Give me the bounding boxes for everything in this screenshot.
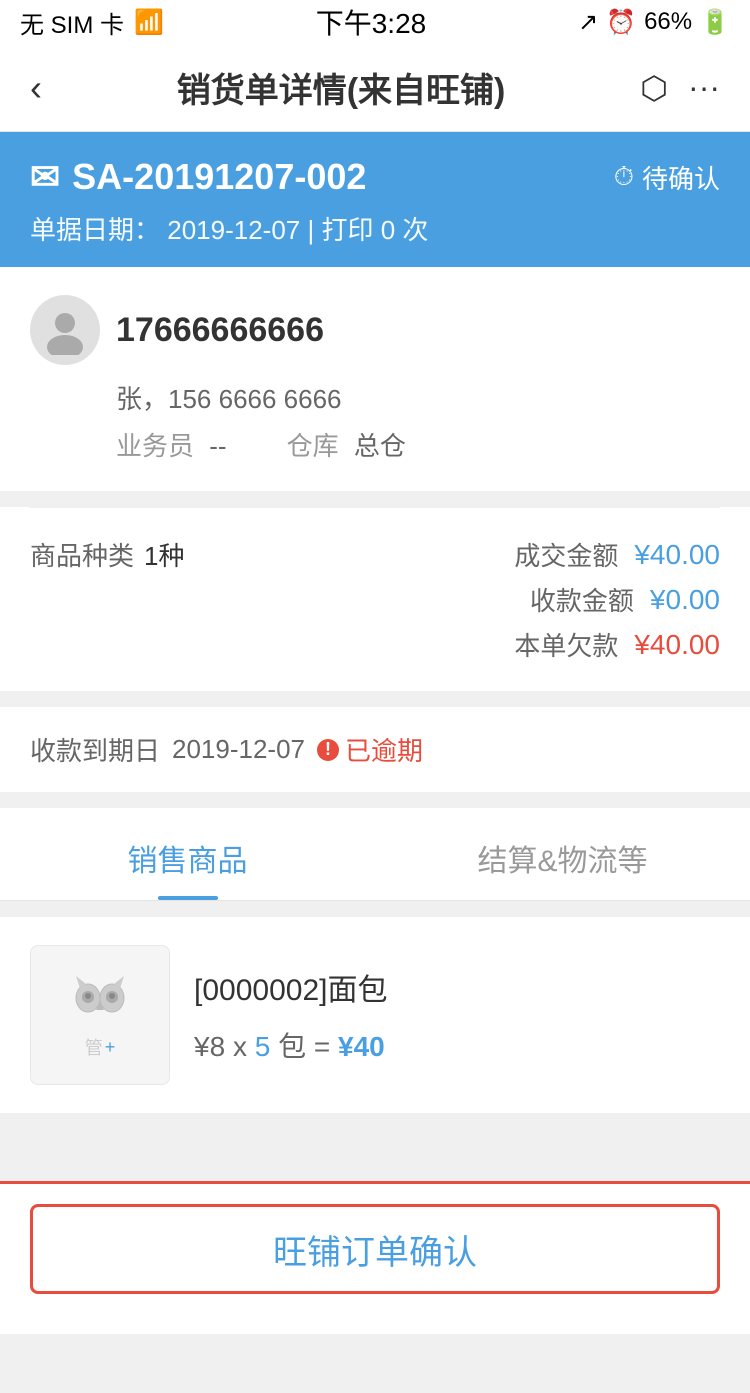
avatar	[30, 295, 100, 365]
product-logo-icon	[60, 970, 140, 1030]
due-section: 收款到期日 2019-12-07 ! 已逾期	[0, 707, 750, 792]
owed-amount-row: 本单欠款 ¥40.00	[514, 626, 720, 663]
products-section: 管+ [0000002]面包 ¥8 x 5 包 = ¥40	[0, 917, 750, 1113]
order-id: ✉ SA-20191207-002	[30, 156, 366, 198]
tab-products[interactable]: 销售商品	[0, 808, 375, 900]
customer-row: 17666666666	[30, 295, 720, 365]
battery-text: 66%	[644, 8, 692, 36]
back-button[interactable]: ‹	[30, 67, 42, 109]
order-id-row: ✉ SA-20191207-002 ⏱ 待确认	[30, 156, 720, 198]
confirm-btn-wrapper: 旺铺订单确认	[0, 1181, 750, 1334]
summary-section: 商品种类 1种 成交金额 ¥40.00 收款金额 ¥0.00 本单欠款 ¥40.…	[0, 507, 750, 691]
sales-label: 业务员 --	[116, 426, 227, 463]
order-date: 单据日期： 2019-12-07 | 打印 0 次	[30, 210, 720, 247]
summary-content: 商品种类 1种 成交金额 ¥40.00 收款金额 ¥0.00 本单欠款 ¥40.…	[0, 508, 750, 691]
product-image: 管+	[30, 945, 170, 1085]
product-type-row: 商品种类 1种	[30, 536, 184, 573]
page-title: 销货单详情(来自旺铺)	[177, 63, 506, 112]
customer-meta: 业务员 -- 仓库 总仓	[116, 426, 720, 463]
tabs-row: 销售商品 结算&物流等	[0, 808, 750, 900]
wifi-icon: 📶	[134, 8, 164, 37]
tab-settlement[interactable]: 结算&物流等	[375, 808, 750, 900]
clock-icon: ⏱	[614, 161, 634, 193]
nav-actions: ⬡ ···	[640, 69, 720, 107]
nav-bar: ‹ 销货单详情(来自旺铺) ⬡ ···	[0, 44, 750, 132]
tabs-section: 销售商品 结算&物流等	[0, 808, 750, 901]
order-envelope-icon: ✉	[30, 156, 60, 198]
brand-label: 管+	[85, 1034, 116, 1060]
avatar-icon	[40, 305, 90, 355]
due-date-value: 2019-12-07	[172, 734, 305, 765]
summary-left: 商品种类 1种	[30, 536, 184, 573]
product-name: [0000002]面包	[194, 965, 720, 1009]
product-info: [0000002]面包 ¥8 x 5 包 = ¥40	[194, 965, 720, 1065]
customer-name: 张，156 6666 6666	[116, 379, 720, 416]
overdue-icon: !	[317, 739, 339, 761]
customer-section: 17666666666 张，156 6666 6666 业务员 -- 仓库 总仓	[0, 267, 750, 491]
received-amount-row: 收款金额 ¥0.00	[530, 581, 720, 618]
product-img-inner: 管+	[60, 970, 140, 1060]
due-date-label: 收款到期日	[30, 731, 160, 768]
status-bar: 无 SIM 卡 📶 下午3:28 ↗ ⏰ 66% 🔋	[0, 0, 750, 44]
order-status: ⏱ 待确认	[614, 159, 720, 196]
alarm-icon: ⏰	[606, 8, 636, 37]
order-header: ✉ SA-20191207-002 ⏱ 待确认 单据日期： 2019-12-07…	[0, 132, 750, 267]
warehouse-label: 仓库 总仓	[287, 426, 406, 463]
more-icon[interactable]: ···	[688, 69, 720, 106]
carrier-text: 无 SIM 卡	[20, 5, 124, 40]
battery-icon: 🔋	[700, 8, 730, 37]
share-icon[interactable]: ⬡	[640, 69, 668, 107]
status-time: 下午3:28	[316, 2, 427, 42]
location-icon: ↗	[578, 8, 598, 37]
deal-amount-row: 成交金额 ¥40.00	[514, 536, 720, 573]
status-left: 无 SIM 卡 📶	[20, 5, 164, 40]
customer-phone: 17666666666	[116, 311, 324, 350]
overdue-label: 已逾期	[345, 731, 423, 768]
product-price-row: ¥8 x 5 包 = ¥40	[194, 1025, 720, 1065]
status-right: ↗ ⏰ 66% 🔋	[578, 8, 730, 37]
confirm-button[interactable]: 旺铺订单确认	[30, 1204, 720, 1294]
overdue-badge: ! 已逾期	[317, 731, 423, 768]
summary-right: 成交金额 ¥40.00 收款金额 ¥0.00 本单欠款 ¥40.00	[514, 536, 720, 663]
product-item: 管+ [0000002]面包 ¥8 x 5 包 = ¥40	[30, 945, 720, 1085]
